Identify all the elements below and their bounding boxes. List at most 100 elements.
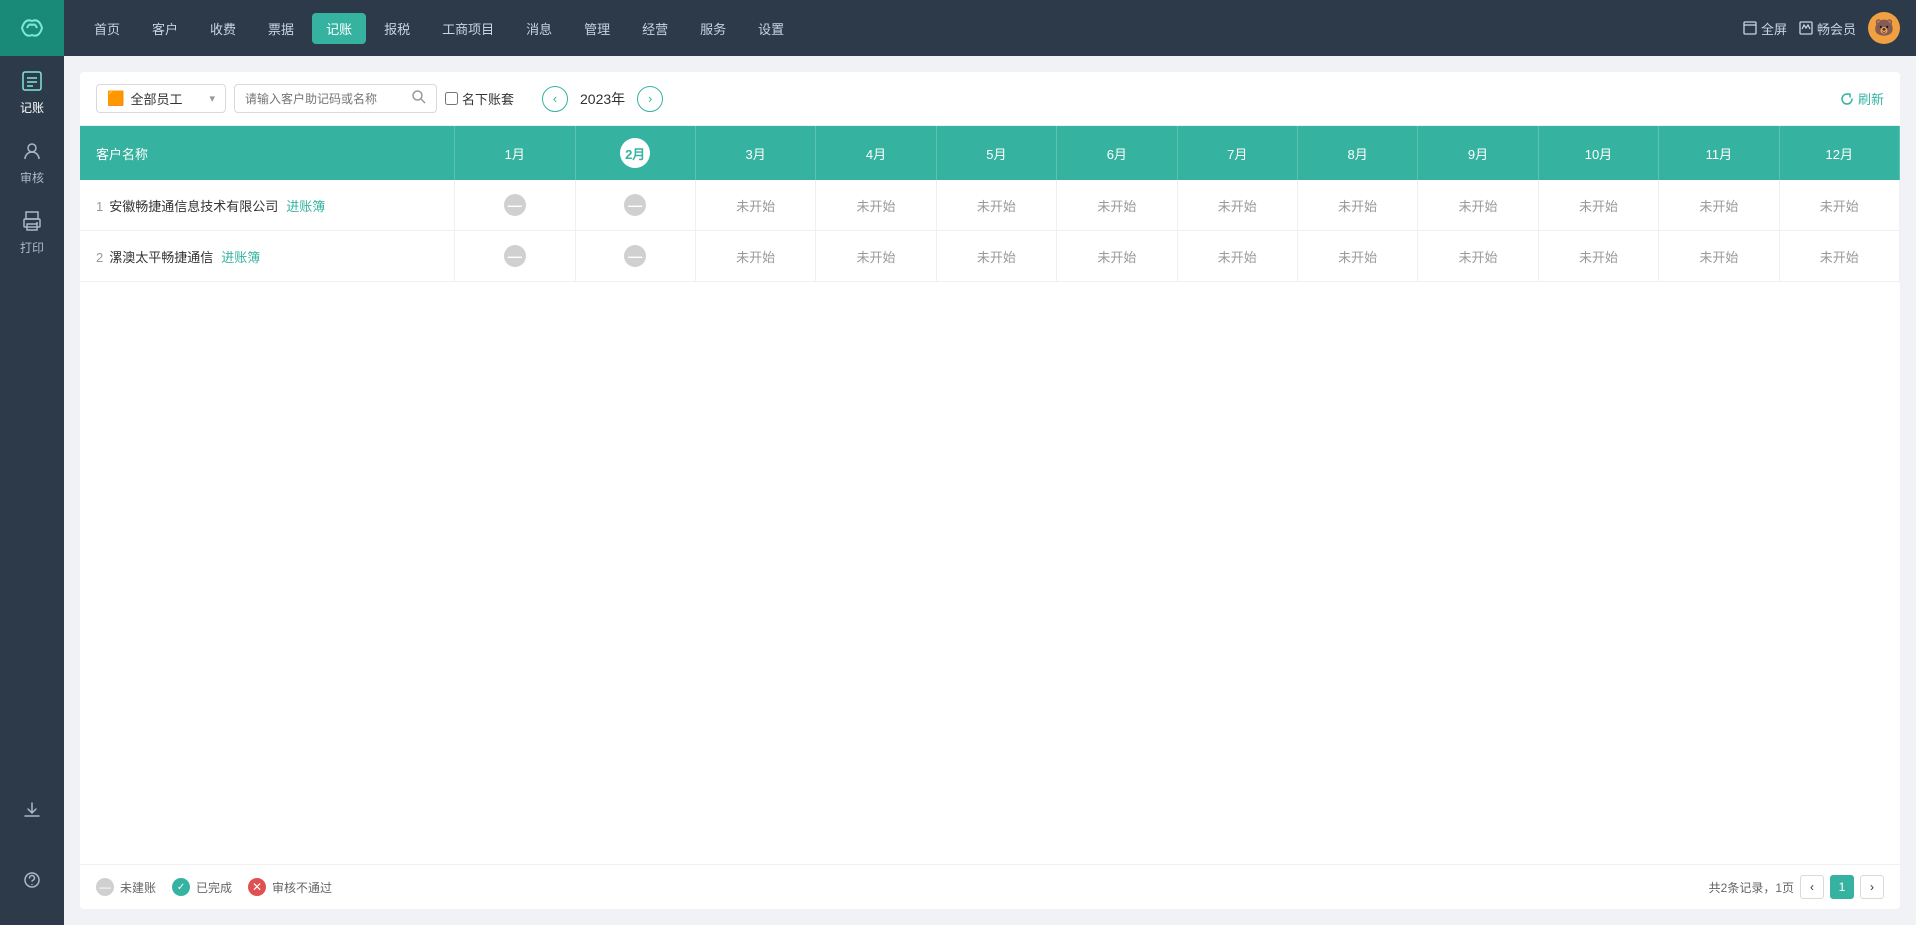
month-cell-m9: 未开始 [1418, 180, 1538, 231]
topnav-fees[interactable]: 收费 [196, 13, 250, 44]
legend-done-label: 已完成 [196, 879, 232, 896]
topnav-bizprojects[interactable]: 工商项目 [428, 13, 508, 44]
month-cell-m3: 未开始 [695, 231, 815, 282]
month-cell-m7: 未开始 [1177, 180, 1297, 231]
refresh-button[interactable]: 刷新 [1840, 89, 1884, 108]
enter-ledger-link[interactable]: 进账簿 [286, 199, 325, 214]
col-m7: 7月 [1177, 126, 1297, 180]
subordinate-checkbox-wrap[interactable]: 名下账套 [445, 89, 514, 108]
enter-ledger-link[interactable]: 进账簿 [221, 250, 260, 265]
not-built-icon: — [96, 878, 114, 896]
col-name: 客户名称 [80, 126, 455, 180]
sidebar-item-print[interactable]: 打印 [0, 196, 64, 266]
toolbar: 🟧 全部员工 ▾ 名下账套 [80, 72, 1900, 126]
chevron-down-icon: ▾ [209, 92, 215, 105]
topnav-messages[interactable]: 消息 [512, 13, 566, 44]
pagination-total: 共2条记录，1页 [1709, 879, 1794, 896]
month-cell-m12: 未开始 [1779, 231, 1899, 282]
employee-select[interactable]: 🟧 全部员工 ▾ [96, 84, 226, 113]
current-page-button[interactable]: 1 [1830, 875, 1854, 899]
fullscreen-btn[interactable]: 全屏 [1743, 19, 1787, 38]
support-icon [16, 866, 48, 894]
status-not-started: 未开始 [1338, 199, 1377, 214]
prev-year-button[interactable]: ‹ [542, 86, 568, 112]
month-cell-m8: 未开始 [1297, 231, 1417, 282]
sidebar-item-support[interactable] [0, 845, 64, 915]
status-not-started: 未开始 [1699, 250, 1738, 265]
done-icon: ✓ [172, 878, 190, 896]
legend-not-built-label: 未建账 [120, 879, 156, 896]
status-dash-icon: — [624, 245, 646, 267]
topnav-management[interactable]: 管理 [570, 13, 624, 44]
download-icon [16, 796, 48, 824]
sidebar-logo [0, 0, 64, 56]
table-footer: — 未建账 ✓ 已完成 ✕ 审核不通过 共2条记录，1页 ‹ 1 › [80, 864, 1900, 909]
status-not-started: 未开始 [1699, 199, 1738, 214]
topnav-tax[interactable]: 报税 [370, 13, 424, 44]
topnav-home[interactable]: 首页 [80, 13, 134, 44]
status-not-started: 未开始 [1579, 250, 1618, 265]
sidebar-item-download[interactable] [0, 775, 64, 845]
current-month-badge: 2月 [620, 138, 650, 168]
topnav-invoices[interactable]: 票据 [254, 13, 308, 44]
month-cell-m5: 未开始 [936, 231, 1056, 282]
year-display: 2023年 [580, 89, 625, 109]
month-cell-m11: 未开始 [1659, 180, 1779, 231]
month-cell-m2: — [575, 180, 695, 231]
month-cell-m7: 未开始 [1177, 231, 1297, 282]
status-not-started: 未开始 [977, 250, 1016, 265]
print-icon [16, 207, 48, 235]
topnav-customer[interactable]: 客户 [138, 13, 192, 44]
month-cell-m8: 未开始 [1297, 180, 1417, 231]
month-cell-m10: 未开始 [1538, 231, 1658, 282]
prev-page-button[interactable]: ‹ [1800, 875, 1824, 899]
topnav-settings[interactable]: 设置 [744, 13, 798, 44]
legend-fail-label: 审核不通过 [272, 879, 332, 896]
col-m3: 3月 [695, 126, 815, 180]
sidebar-item-accounting-label: 记账 [20, 99, 44, 116]
search-input[interactable] [245, 92, 405, 106]
status-not-started: 未开始 [1820, 250, 1859, 265]
year-navigation: ‹ 2023年 › [542, 86, 663, 112]
audit-icon [16, 137, 48, 165]
sidebar-item-accounting[interactable]: 记账 [0, 56, 64, 126]
search-button[interactable] [411, 89, 426, 108]
status-not-started: 未开始 [1820, 199, 1859, 214]
topnav-accounting[interactable]: 记账 [312, 13, 366, 44]
col-m1: 1月 [455, 126, 575, 180]
accounting-icon [16, 67, 48, 95]
col-m9: 9月 [1418, 126, 1538, 180]
status-dash-icon: — [624, 194, 646, 216]
company-name: 安徽畅捷通信息技术有限公司 [109, 199, 278, 214]
month-cell-m3: 未开始 [695, 180, 815, 231]
company-name: 漯澳太平畅捷通信 [109, 250, 213, 265]
next-page-button[interactable]: › [1860, 875, 1884, 899]
month-cell-m4: 未开始 [816, 231, 936, 282]
month-cell-m6: 未开始 [1057, 180, 1177, 231]
subordinate-checkbox[interactable] [445, 92, 458, 105]
avatar[interactable]: 🐻 [1868, 12, 1900, 44]
status-not-started: 未开始 [1097, 250, 1136, 265]
topnav-service[interactable]: 服务 [686, 13, 740, 44]
status-not-started: 未开始 [1579, 199, 1618, 214]
col-m12: 12月 [1779, 126, 1899, 180]
status-not-started: 未开始 [857, 199, 896, 214]
status-dash-icon: — [504, 194, 526, 216]
month-cell-m1: — [455, 231, 575, 282]
vip-btn[interactable]: 畅会员 [1799, 19, 1856, 38]
status-not-started: 未开始 [1338, 250, 1377, 265]
status-not-started: 未开始 [977, 199, 1016, 214]
row-num: 1 [96, 199, 103, 214]
employee-select-icon: 🟧 [107, 90, 124, 107]
status-dash-icon: — [504, 245, 526, 267]
status-not-started: 未开始 [857, 250, 896, 265]
topnav-right: 全屏 畅会员 🐻 [1743, 12, 1900, 44]
main-table: 客户名称 1月 2月 3月 4月 5月 6月 [80, 126, 1900, 282]
sidebar-item-audit[interactable]: 审核 [0, 126, 64, 196]
next-year-button[interactable]: › [637, 86, 663, 112]
month-cell-m12: 未开始 [1779, 180, 1899, 231]
topnav-operations[interactable]: 经营 [628, 13, 682, 44]
col-m5: 5月 [936, 126, 1056, 180]
month-cell-m9: 未开始 [1418, 231, 1538, 282]
month-cell-m5: 未开始 [936, 180, 1056, 231]
